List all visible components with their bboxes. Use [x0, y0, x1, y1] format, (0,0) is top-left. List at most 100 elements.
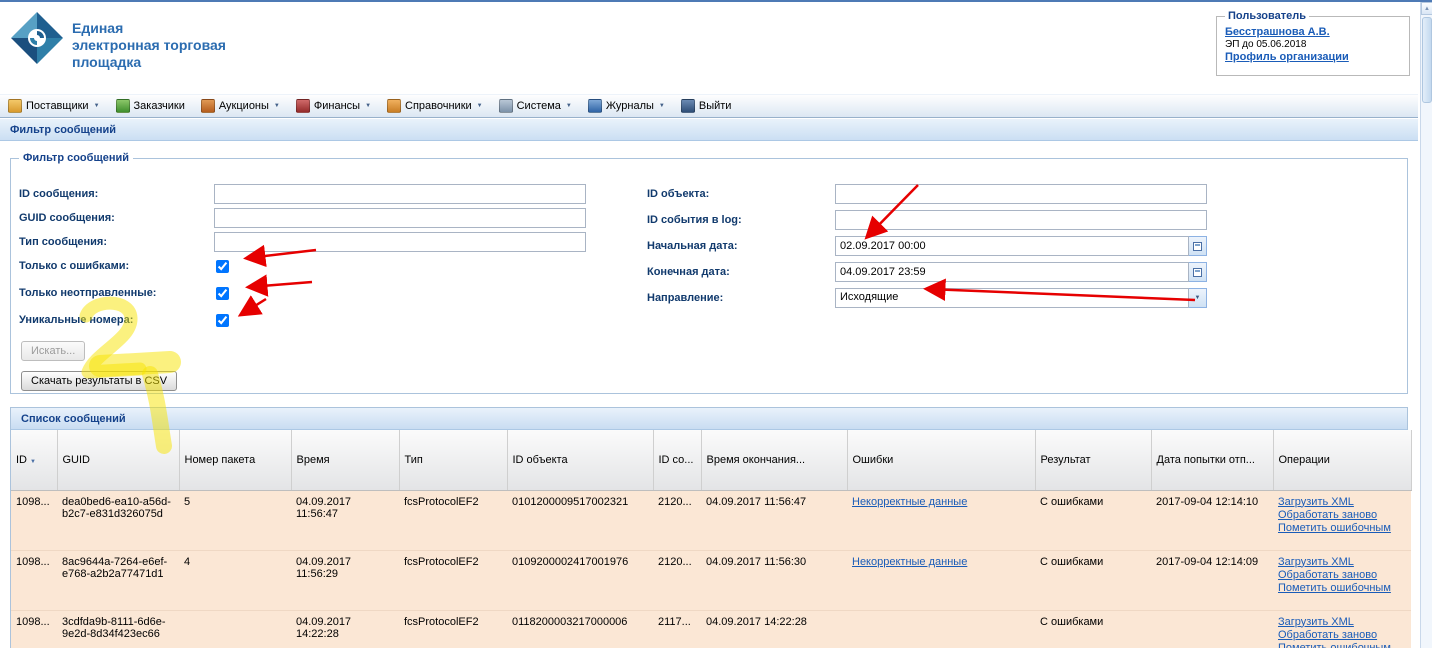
customers-icon [115, 99, 130, 113]
end-date-calendar-button[interactable] [1189, 262, 1207, 282]
error-details-link[interactable]: Некорректные данные [852, 556, 967, 568]
cell-end-time: 04.09.2017 11:56:47 [701, 490, 847, 551]
app-window: ▲ Единая электронная торговая площадка П… [0, 0, 1432, 648]
load-xml-link[interactable]: Загрузить XML [1278, 556, 1406, 569]
mark-error-link[interactable]: Пометить ошибочным [1278, 582, 1406, 595]
mark-error-link[interactable]: Пометить ошибочным [1278, 642, 1406, 648]
filter-panel: Фильтр сообщений ID сообщения: GUID сооб… [10, 152, 1408, 394]
menu-item-directories[interactable]: Справочники ▼ [387, 99, 483, 113]
column-header-time[interactable]: Время [291, 430, 400, 491]
cell-attempt-date [1151, 610, 1273, 648]
column-header-id[interactable]: ID ▼ [11, 430, 58, 491]
only-unsent-checkbox[interactable] [216, 286, 229, 300]
direction-label: Направление: [647, 292, 724, 304]
column-header-guid[interactable]: GUID [57, 430, 180, 491]
message-guid-input[interactable] [214, 208, 586, 228]
only-unsent-label: Только неотправленные: [19, 287, 157, 299]
cell-guid: dea0bed6-ea10-a56d-b2c7-e831d326075d [57, 490, 179, 551]
message-guid-label: GUID сообщения: [19, 212, 115, 224]
cell-id: 1098... [11, 610, 57, 648]
column-header-errors[interactable]: Ошибки [847, 430, 1036, 491]
start-date-input[interactable] [835, 236, 1189, 256]
menu-item-finance[interactable]: Финансы ▼ [295, 99, 371, 113]
column-header-type[interactable]: Тип [399, 430, 508, 491]
calendar-icon [1193, 241, 1202, 251]
direction-dropdown-button[interactable]: ▼ [1189, 288, 1207, 308]
cell-object-id: 0109200002417001976 [507, 550, 653, 611]
log-event-id-input[interactable] [835, 210, 1207, 230]
vertical-scrollbar[interactable]: ▲ [1420, 2, 1432, 648]
chevron-down-icon: ▼ [476, 103, 483, 109]
reprocess-link[interactable]: Обработать заново [1278, 629, 1406, 642]
cell-type: fcsProtocolEF2 [399, 610, 507, 648]
message-type-input[interactable] [214, 232, 586, 252]
menu-item-system[interactable]: Система ▼ [498, 99, 572, 113]
cell-packet: 5 [179, 490, 291, 551]
cell-guid: 3cdfda9b-8111-6d6e-9e2d-8d34f423ec66 [57, 610, 179, 648]
cell-event-id: 2120... [653, 550, 701, 611]
column-header-operations[interactable]: Операции [1273, 430, 1412, 491]
cell-guid: 8ac9644a-7264-e6ef-e768-a2b2a77471d1 [57, 550, 179, 611]
system-icon [498, 99, 513, 113]
main-menu: Поставщики ▼ Заказчики Аукционы ▼ Финансы ▼… [0, 94, 1418, 118]
column-header-end-time[interactable]: Время окончания... [701, 430, 848, 491]
cell-time: 04.09.2017 11:56:47 [291, 490, 399, 551]
scroll-up-icon[interactable]: ▲ [1421, 2, 1432, 15]
menu-item-journals[interactable]: Журналы ▼ [587, 99, 665, 113]
filter-left-column: ID сообщения: GUID сообщения: Тип сообще… [19, 184, 619, 391]
load-xml-link[interactable]: Загрузить XML [1278, 616, 1406, 629]
start-date-calendar-button[interactable] [1189, 236, 1207, 256]
column-header-attempt-date[interactable]: Дата попытки отп... [1151, 430, 1274, 491]
menu-item-customers[interactable]: Заказчики [115, 99, 185, 113]
table-row: 1098... 3cdfda9b-8111-6d6e-9e2d-8d34f423… [11, 610, 1411, 648]
search-button[interactable]: Искать... [21, 341, 86, 361]
results-title: Список сообщений [11, 408, 1407, 430]
reprocess-link[interactable]: Обработать заново [1278, 569, 1406, 582]
cell-time: 04.09.2017 14:22:28 [291, 610, 399, 648]
column-header-object-id[interactable]: ID объекта [507, 430, 654, 491]
messages-table: ID ▼ GUID Номер пакета Время Тип ID объек… [11, 430, 1412, 648]
org-profile-link[interactable]: Профиль организации [1225, 51, 1401, 64]
column-header-packet[interactable]: Номер пакета [179, 430, 292, 491]
unique-numbers-checkbox[interactable] [216, 313, 229, 327]
chevron-down-icon: ▼ [93, 103, 100, 109]
page-title: Фильтр сообщений [0, 119, 1418, 141]
column-header-result[interactable]: Результат [1035, 430, 1152, 491]
cell-packet: 4 [179, 550, 291, 611]
menu-item-exit[interactable]: Выйти [680, 99, 731, 113]
scrollbar-thumb[interactable] [1421, 17, 1432, 103]
end-date-input[interactable] [835, 262, 1189, 282]
log-event-id-label: ID события в log: [647, 214, 742, 226]
cell-object-id: 0118200003217000006 [507, 610, 653, 648]
cell-packet [179, 610, 291, 648]
menu-item-suppliers[interactable]: Поставщики ▼ [8, 99, 100, 113]
cell-result: С ошибками [1035, 490, 1151, 551]
load-xml-link[interactable]: Загрузить XML [1278, 496, 1406, 509]
column-header-event-id[interactable]: ID со... [653, 430, 702, 491]
finance-icon [295, 99, 310, 113]
cell-end-time: 04.09.2017 14:22:28 [701, 610, 847, 648]
cell-attempt-date: 2017-09-04 12:14:09 [1151, 550, 1273, 611]
error-details-link[interactable]: Некорректные данные [852, 496, 967, 508]
mark-error-link[interactable]: Пометить ошибочным [1278, 522, 1406, 535]
table-row: 1098... 8ac9644a-7264-e6ef-e768-a2b2a774… [11, 550, 1411, 611]
reprocess-link[interactable]: Обработать заново [1278, 509, 1406, 522]
cell-event-id: 2117... [653, 610, 701, 648]
journals-icon [587, 99, 602, 113]
user-panel: Пользователь Бесстрашнова А.В. ЭП до 05.… [1216, 10, 1410, 76]
direction-selected-value: Исходящие [835, 288, 1189, 308]
cell-errors: Некорректные данные [847, 490, 1035, 551]
user-panel-title: Пользователь [1228, 10, 1307, 22]
only-errors-checkbox[interactable] [216, 259, 229, 273]
certificate-info: ЭП до 05.06.2018 [1225, 39, 1307, 50]
download-csv-button[interactable]: Скачать результаты в CSV [21, 371, 178, 391]
cell-operations: Загрузить XML Обработать заново Пометить… [1273, 490, 1411, 551]
user-name-link[interactable]: Бесстрашнова А.В. [1225, 26, 1401, 39]
menu-item-auctions[interactable]: Аукционы ▼ [200, 99, 280, 113]
suppliers-icon [8, 99, 22, 113]
exit-icon [680, 99, 695, 113]
direction-select[interactable]: Исходящие ▼ [835, 288, 1207, 308]
message-id-input[interactable] [214, 184, 586, 204]
object-id-input[interactable] [835, 184, 1207, 204]
filter-legend: Фильтр сообщений [23, 152, 130, 164]
